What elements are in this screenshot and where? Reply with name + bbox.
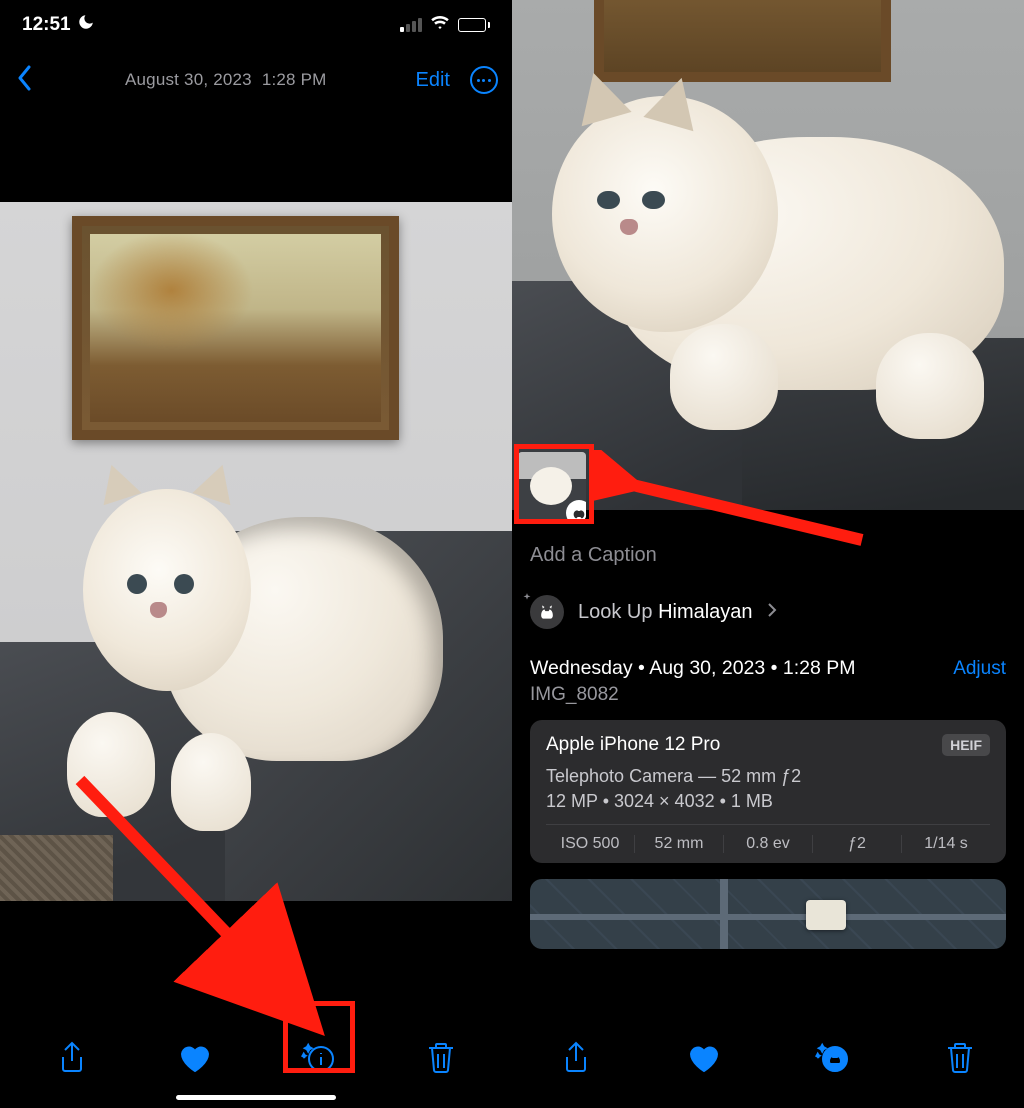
bottom-toolbar (0, 1008, 512, 1108)
visual-lookup-row[interactable]: Look Up Himalayan (530, 589, 1006, 649)
resolution-info: 12 MP • 3024 × 4032 • 1 MB (546, 791, 990, 812)
delete-button[interactable] (413, 1030, 469, 1086)
exif-grid: ISO 500 52 mm 0.8 ev 2 1/14 s (546, 824, 990, 853)
photo-viewport[interactable] (0, 125, 512, 978)
lookup-text: Look Up Himalayan (578, 601, 753, 624)
info-panel: Add a Caption Look Up Himalayan Wednesda… (512, 524, 1024, 1008)
battery-icon: 19 (458, 18, 490, 32)
format-badge: HEIF (942, 734, 990, 756)
share-button[interactable] (44, 1030, 100, 1086)
nav-bar: August 30, 20231:28 PM Edit (0, 50, 512, 110)
edit-button[interactable]: Edit (416, 69, 450, 92)
status-time: 12:51 (22, 14, 71, 36)
favorite-button[interactable] (676, 1030, 732, 1086)
cellular-signal-icon (400, 18, 422, 32)
visual-lookup-button[interactable] (804, 1030, 860, 1086)
device-name: Apple iPhone 12 Pro (546, 734, 720, 756)
capture-datetime-row: Wednesday • Aug 30, 2023 • 1:28 PM Adjus… (530, 649, 1006, 680)
caption-field[interactable]: Add a Caption (530, 524, 1006, 589)
adjust-button[interactable]: Adjust (953, 658, 1006, 680)
do-not-disturb-icon (77, 13, 95, 37)
exif-shutter: 1/14 s (902, 835, 990, 853)
filename: IMG_8082 (530, 680, 1006, 720)
exif-iso: ISO 500 (546, 835, 635, 853)
lens-info: Telephoto Camera — 52 mm ƒ2 (546, 766, 990, 787)
home-indicator[interactable] (176, 1095, 336, 1100)
photo-datetime: August 30, 20231:28 PM (125, 70, 327, 90)
photo-preview[interactable] (512, 0, 1024, 510)
exif-card: Apple iPhone 12 Pro HEIF Telephoto Camer… (530, 720, 1006, 863)
annotation-highlight-info-button (283, 1001, 355, 1073)
bottom-toolbar (512, 1008, 1024, 1108)
chevron-right-icon (767, 601, 777, 624)
wifi-icon (430, 12, 450, 38)
back-button[interactable] (14, 65, 36, 96)
exif-ev: 0.8 ev (724, 835, 813, 853)
more-button[interactable] (470, 66, 498, 94)
share-button[interactable] (548, 1030, 604, 1086)
favorite-button[interactable] (167, 1030, 223, 1086)
exif-fstop: 2 (813, 835, 902, 853)
map-pin-icon (806, 900, 846, 930)
exif-focal: 52 mm (635, 835, 724, 853)
delete-button[interactable] (932, 1030, 988, 1086)
displayed-photo (0, 202, 512, 901)
location-map[interactable] (530, 879, 1006, 949)
photo-info-pane: Add a Caption Look Up Himalayan Wednesda… (512, 0, 1024, 1108)
cat-icon (530, 595, 564, 629)
status-bar: 12:51 19 (0, 0, 512, 50)
annotation-highlight-thumbnail (514, 444, 594, 524)
photo-viewer-pane: 12:51 19 August 30, 20231:28 PM Edit (0, 0, 512, 1108)
